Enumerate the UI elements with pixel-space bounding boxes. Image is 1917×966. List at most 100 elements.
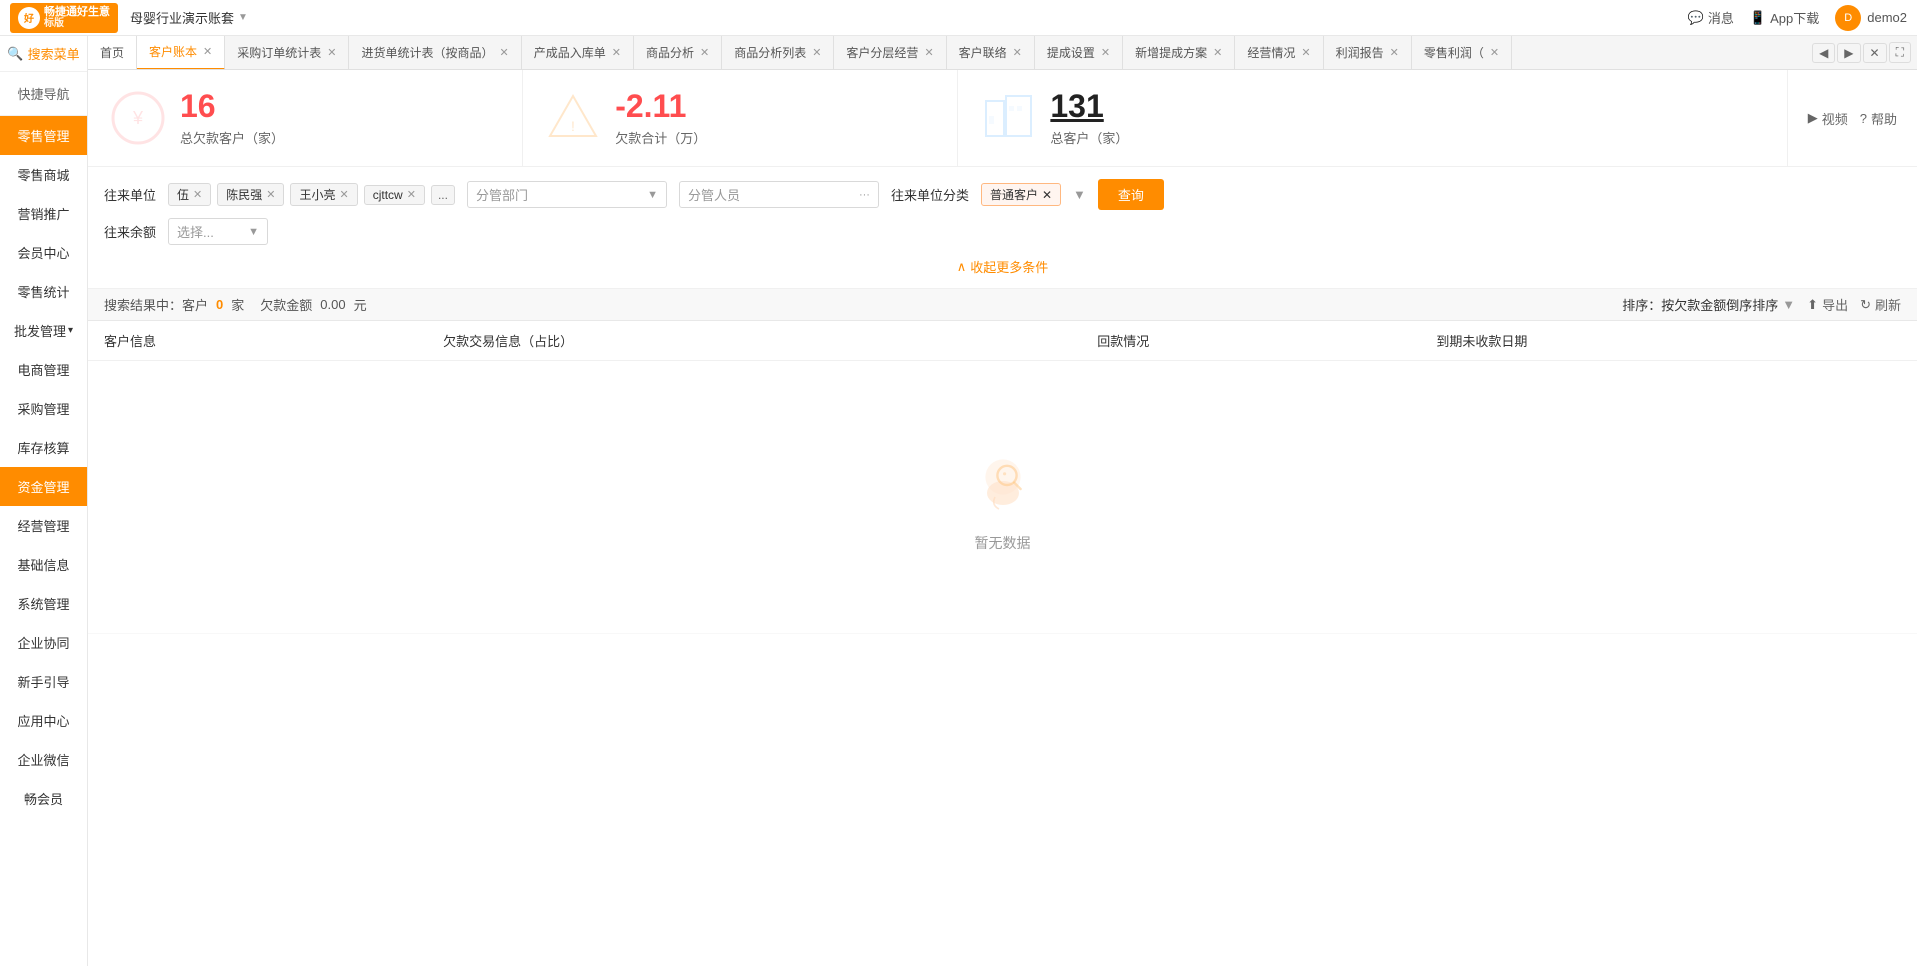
empty-state-label: 暂无数据 bbox=[975, 533, 1031, 553]
tab-prev-button[interactable]: ◀ bbox=[1812, 43, 1835, 63]
sidebar-item-retail-mgmt[interactable]: 零售管理 bbox=[0, 116, 87, 155]
close-icon[interactable]: ✕ bbox=[1213, 46, 1222, 59]
tab-goods-analysis[interactable]: 商品分析 ✕ bbox=[634, 36, 722, 70]
close-icon[interactable]: ✕ bbox=[700, 46, 709, 59]
close-icon[interactable]: ✕ bbox=[812, 46, 821, 59]
tab-product-storage[interactable]: 产成品入库单 ✕ bbox=[522, 36, 634, 70]
message-button[interactable]: 💬 消息 bbox=[1688, 8, 1734, 27]
category-dropdown-arrow: ▼ bbox=[1073, 187, 1086, 202]
refresh-button[interactable]: ↻ 刷新 bbox=[1860, 295, 1901, 314]
close-icon[interactable]: ✕ bbox=[1101, 46, 1110, 59]
remove-category-tag[interactable]: ✕ bbox=[1042, 188, 1052, 202]
collapse-button[interactable]: ∧ 收起更多条件 bbox=[104, 253, 1901, 284]
sidebar-item-member-center[interactable]: 会员中心 bbox=[0, 233, 87, 272]
sidebar-item-basic-info[interactable]: 基础信息 bbox=[0, 545, 87, 584]
user-menu[interactable]: D demo2 bbox=[1835, 5, 1907, 31]
search-icon: 🔍 bbox=[7, 46, 23, 62]
quick-nav-area: 快捷导航 bbox=[0, 72, 87, 116]
empty-state: 暂无数据 bbox=[88, 361, 1917, 633]
tab-home[interactable]: 首页 bbox=[88, 36, 137, 70]
sidebar-item-system-mgmt[interactable]: 系统管理 bbox=[0, 584, 87, 623]
balance-selector[interactable]: 选择... ▼ bbox=[168, 218, 268, 245]
sidebar-item-purchase-mgmt[interactable]: 采购管理 bbox=[0, 389, 87, 428]
tab-goods-analysis-list[interactable]: 商品分析列表 ✕ bbox=[722, 36, 834, 70]
export-button[interactable]: ⬆ 导出 bbox=[1807, 295, 1848, 314]
stat-value-total-customers: 131 bbox=[1050, 89, 1128, 124]
person-selector[interactable]: 分管人员 ··· bbox=[679, 181, 879, 208]
org-selector[interactable]: 母婴行业演示账套 ▼ bbox=[130, 8, 248, 27]
search-menu-button[interactable]: 🔍 搜索菜单 bbox=[7, 44, 79, 63]
more-tags-button[interactable]: ... bbox=[431, 185, 455, 205]
tab-accounts-label: 客户账本 bbox=[149, 43, 197, 60]
sidebar-item-member-plus[interactable]: 畅会员 bbox=[0, 779, 87, 818]
dept-selector[interactable]: 分管部门 ▼ bbox=[467, 181, 667, 208]
tab-operation[interactable]: 经营情况 ✕ bbox=[1235, 36, 1323, 70]
tab-customer-tier[interactable]: 客户分层经营 ✕ bbox=[834, 36, 946, 70]
top-bar-right: 💬 消息 📱 App下载 D demo2 bbox=[1688, 5, 1907, 31]
close-icon[interactable]: ✕ bbox=[327, 46, 336, 59]
filter-tag-3: cjttcw ✕ bbox=[364, 185, 425, 205]
empty-state-row: 暂无数据 bbox=[88, 361, 1917, 634]
username: demo2 bbox=[1867, 10, 1907, 25]
stat-card-total-customers: 131 总客户（家） bbox=[958, 70, 1787, 166]
filter-tags-container: 伍 ✕ 陈民强 ✕ 王小亮 ✕ cjttcw ✕ bbox=[168, 183, 455, 206]
quick-nav-label[interactable]: 快捷导航 bbox=[0, 78, 87, 109]
message-icon: 💬 bbox=[1688, 10, 1704, 26]
sidebar-item-wholesale-mgmt[interactable]: 批发管理 ▾ bbox=[0, 311, 87, 350]
debt-customers-icon: ¥ bbox=[108, 88, 168, 148]
stat-content-debt-customers: 16 总欠款客户（家） bbox=[180, 89, 284, 147]
tab-accounts[interactable]: 客户账本 ✕ bbox=[137, 36, 225, 70]
tab-purchase-order-stats[interactable]: 采购订单统计表 ✕ bbox=[225, 36, 349, 70]
sidebar-item-inventory-check[interactable]: 库存核算 bbox=[0, 428, 87, 467]
balance-dropdown-arrow: ▼ bbox=[248, 226, 259, 238]
video-button[interactable]: ▶ 视频 bbox=[1808, 109, 1848, 128]
app-download-button[interactable]: 📱 App下载 bbox=[1750, 8, 1819, 27]
col-header-overdue-date: 到期未收款日期 bbox=[1420, 321, 1917, 361]
sidebar-item-ecommerce-mgmt[interactable]: 电商管理 bbox=[0, 350, 87, 389]
sidebar-item-enterprise-collab[interactable]: 企业协同 bbox=[0, 623, 87, 662]
tab-customer-contact[interactable]: 客户联络 ✕ bbox=[947, 36, 1035, 70]
dept-label: 分管部门 bbox=[476, 185, 528, 204]
tab-profit-report[interactable]: 利润报告 ✕ bbox=[1324, 36, 1412, 70]
tab-incoming-stats[interactable]: 进货单统计表（按商品） ✕ bbox=[349, 36, 521, 70]
close-icon[interactable]: ✕ bbox=[203, 45, 212, 58]
empty-state-icon bbox=[963, 441, 1043, 521]
close-icon[interactable]: ✕ bbox=[1490, 46, 1499, 59]
org-dropdown-arrow: ▼ bbox=[238, 12, 248, 23]
tab-retail-profit[interactable]: 零售利润（ ✕ bbox=[1412, 36, 1512, 70]
sidebar-item-operation-mgmt[interactable]: 经营管理 bbox=[0, 506, 87, 545]
remove-tag-2[interactable]: ✕ bbox=[340, 188, 349, 201]
tab-raise-settings[interactable]: 提成设置 ✕ bbox=[1035, 36, 1123, 70]
sidebar-item-capital-mgmt[interactable]: 资金管理 bbox=[0, 467, 87, 506]
app-version: 标版 bbox=[44, 18, 110, 29]
sidebar-item-retail-shop[interactable]: 零售商城 bbox=[0, 155, 87, 194]
remove-tag-1[interactable]: ✕ bbox=[266, 188, 275, 201]
close-icon[interactable]: ✕ bbox=[500, 46, 509, 59]
close-icon[interactable]: ✕ bbox=[612, 46, 621, 59]
remove-tag-3[interactable]: ✕ bbox=[407, 188, 416, 201]
sidebar-item-app-center[interactable]: 应用中心 bbox=[0, 701, 87, 740]
tab-new-raise[interactable]: 新增提成方案 ✕ bbox=[1123, 36, 1235, 70]
tab-next-button[interactable]: ▶ bbox=[1837, 43, 1860, 63]
help-button[interactable]: ? 帮助 bbox=[1860, 109, 1897, 128]
close-icon[interactable]: ✕ bbox=[924, 46, 933, 59]
tab-close-all-button[interactable]: ✕ bbox=[1863, 43, 1887, 63]
close-icon[interactable]: ✕ bbox=[1301, 46, 1310, 59]
tab-fullscreen-button[interactable]: ⛶ bbox=[1889, 42, 1911, 63]
sort-selector[interactable]: 排序：按欠款金额倒序排序 ▼ bbox=[1622, 295, 1795, 314]
search-button[interactable]: 查询 bbox=[1098, 179, 1164, 210]
sidebar-item-enterprise-weixin[interactable]: 企业微信 bbox=[0, 740, 87, 779]
stat-card-debt-customers: ¥ 16 总欠款客户（家） bbox=[88, 70, 523, 166]
collapse-label: 收起更多条件 bbox=[970, 257, 1048, 276]
col-header-debt-info: 欠款交易信息（占比） bbox=[427, 321, 1081, 361]
tab-retail-profit-label: 零售利润（ bbox=[1424, 44, 1484, 61]
remove-tag-0[interactable]: ✕ bbox=[193, 188, 202, 201]
close-icon[interactable]: ✕ bbox=[1013, 46, 1022, 59]
close-icon[interactable]: ✕ bbox=[1390, 46, 1399, 59]
sidebar-item-marketing[interactable]: 营销推广 bbox=[0, 194, 87, 233]
sidebar-item-retail-stats[interactable]: 零售统计 bbox=[0, 272, 87, 311]
filter-tag-0: 伍 ✕ bbox=[168, 183, 211, 206]
sidebar-item-new-guide[interactable]: 新手引导 bbox=[0, 662, 87, 701]
unit-category-selector[interactable]: 普通客户 ✕ ▼ bbox=[981, 183, 1086, 206]
result-amount-value: 0.00 bbox=[320, 297, 345, 312]
